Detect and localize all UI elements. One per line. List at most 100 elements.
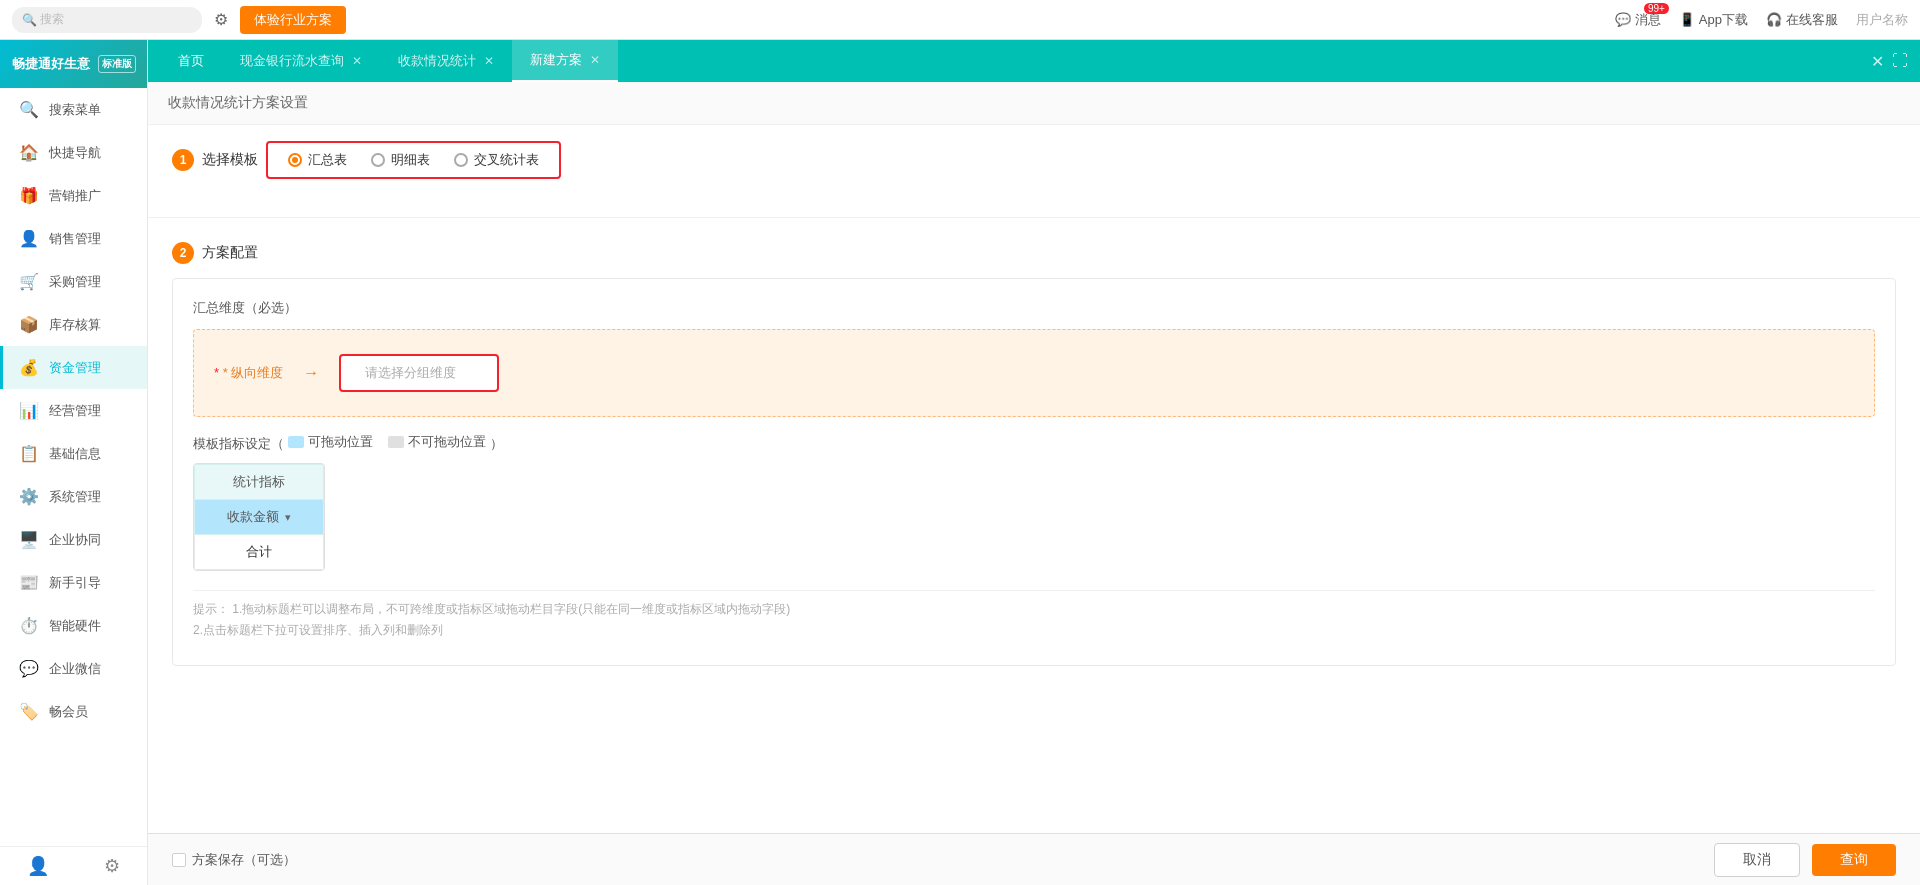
sidebar-item-inventory[interactable]: 📦 库存核算 [0, 303, 147, 346]
sidebar-item-label: 畅会员 [49, 703, 88, 721]
tab-new-plan[interactable]: 新建方案 ✕ [512, 40, 618, 82]
sidebar-item-label: 库存核算 [49, 316, 101, 334]
settings-icon[interactable]: ⚙ [214, 10, 228, 29]
tab-receipt-stats-close[interactable]: ✕ [484, 54, 494, 68]
template-options-box: 汇总表 明细表 交叉统计表 [266, 141, 561, 179]
sidebar-item-enterprise-wechat[interactable]: 💬 企业微信 [0, 647, 147, 690]
radio-detail-label: 明细表 [391, 151, 430, 169]
summary-dimension-label: 汇总维度（必选） [193, 299, 1875, 317]
column-dropdown-icon[interactable]: ▾ [285, 511, 291, 524]
logo-badge: 标准版 [98, 55, 136, 73]
marketing-icon: 🎁 [19, 186, 39, 205]
hint-item-1: 提示： 1.拖动标题栏可以调整布局，不可跨维度或指标区域拖动栏目字段(只能在同一… [193, 601, 1875, 618]
tab-bank-flow[interactable]: 现金银行流水查询 ✕ [222, 40, 380, 82]
trial-button[interactable]: 体验行业方案 [240, 6, 346, 34]
radio-detail[interactable]: 明细表 [371, 151, 430, 169]
sidebar-item-quick-nav[interactable]: 🏠 快捷导航 [0, 131, 147, 174]
search-placeholder: 搜索 [40, 11, 64, 28]
radio-summary[interactable]: 汇总表 [288, 151, 347, 169]
radio-crosstab[interactable]: 交叉统计表 [454, 151, 539, 169]
logo-text: 畅捷通好生意 [12, 55, 90, 73]
step2-badge: 2 [172, 242, 194, 264]
main-layout: 畅捷通好生意 标准版 🔍 搜索菜单 🏠 快捷导航 🎁 营销推广 👤 销售管理 🛒… [0, 40, 1920, 885]
sidebar-bottom-settings[interactable]: ⚙ [104, 855, 120, 877]
receipt-amount-label: 收款金额 [227, 508, 279, 526]
message-icon: 💬 [1615, 12, 1631, 27]
hint-item-2: 2.点击标题栏下拉可设置排序、插入列和删除列 [193, 622, 1875, 639]
tab-home[interactable]: 首页 [160, 40, 222, 82]
app-download-btn[interactable]: 📱 App下载 [1679, 11, 1748, 29]
save-option-checkbox[interactable]: 方案保存（可选） [172, 851, 296, 869]
online-service-label: 在线客服 [1786, 11, 1838, 29]
radio-crosstab-circle[interactable] [454, 153, 468, 167]
step1-title: 1 选择模板 汇总表 明细表 [172, 141, 1896, 179]
sidebar: 畅捷通好生意 标准版 🔍 搜索菜单 🏠 快捷导航 🎁 营销推广 👤 销售管理 🛒… [0, 40, 148, 885]
sidebar-item-finance[interactable]: 💰 资金管理 [0, 346, 147, 389]
step2-section: 2 方案配置 汇总维度（必选） * * 纵向维度 [148, 226, 1920, 682]
tab-close-all-icon[interactable]: ✕ [1871, 52, 1884, 71]
tab-new-plan-close[interactable]: ✕ [590, 53, 600, 67]
search-icon: 🔍 [22, 13, 37, 27]
page-title: 收款情况统计方案设置 [168, 94, 308, 110]
sidebar-item-smart-hardware[interactable]: ⏱️ 智能硬件 [0, 604, 147, 647]
sidebar-item-search-menu[interactable]: 🔍 搜索菜单 [0, 88, 147, 131]
save-option-label: 方案保存（可选） [192, 851, 296, 869]
sidebar-bottom-user[interactable]: 👤 [27, 855, 49, 877]
header-search-bar[interactable]: 🔍 搜索 [12, 7, 202, 33]
page-header: 收款情况统计方案设置 [148, 82, 1920, 125]
vertical-dimension-label: * * 纵向维度 [214, 364, 283, 382]
query-button[interactable]: 查询 [1812, 844, 1896, 876]
sidebar-item-operations[interactable]: 📊 经营管理 [0, 389, 147, 432]
step1-label: 选择模板 [202, 151, 258, 169]
inventory-icon: 📦 [19, 315, 39, 334]
sidebar-bottom: 👤 ⚙ [0, 846, 147, 885]
purchase-icon: 🛒 [19, 272, 39, 291]
tab-bar-controls: ✕ ⛶ [1871, 52, 1908, 71]
dimension-select-box[interactable]: 请选择分组维度 [339, 354, 499, 392]
message-badge: 99+ [1644, 3, 1669, 14]
message-btn[interactable]: 💬 消息 99+ [1615, 11, 1661, 29]
content-area: 收款情况统计方案设置 1 选择模板 汇总表 [148, 82, 1920, 833]
radio-detail-circle[interactable] [371, 153, 385, 167]
indicator-table-header: 统计指标 [195, 465, 324, 500]
step2-label: 方案配置 [202, 244, 258, 262]
operations-icon: 📊 [19, 401, 39, 420]
sidebar-item-basic-info[interactable]: 📋 基础信息 [0, 432, 147, 475]
tab-expand-icon[interactable]: ⛶ [1892, 52, 1908, 70]
sidebar-item-sales[interactable]: 👤 销售管理 [0, 217, 147, 260]
sidebar-item-label: 系统管理 [49, 488, 101, 506]
sidebar-item-purchase[interactable]: 🛒 采购管理 [0, 260, 147, 303]
dimension-area: * * 纵向维度 → 请选择分组维度 [193, 329, 1875, 417]
enterprise-wechat-icon: 💬 [19, 659, 39, 678]
sidebar-item-label: 企业微信 [49, 660, 101, 678]
system-icon: ⚙️ [19, 487, 39, 506]
sidebar-item-member[interactable]: 🏷️ 畅会员 [0, 690, 147, 733]
tab-receipt-stats[interactable]: 收款情况统计 ✕ [380, 40, 512, 82]
indicator-label-row: 模板指标设定（ 可拖动位置 不可拖动位置 [193, 433, 1875, 453]
radio-summary-circle[interactable] [288, 153, 302, 167]
sidebar-item-label: 企业协同 [49, 531, 101, 549]
tab-bank-flow-label: 现金银行流水查询 [240, 52, 344, 70]
sidebar-item-label: 智能硬件 [49, 617, 101, 635]
user-name[interactable]: 用户名称 [1856, 11, 1908, 29]
settings-bottom-icon: ⚙ [104, 855, 120, 877]
tab-bank-flow-close[interactable]: ✕ [352, 54, 362, 68]
finance-icon: 💰 [19, 358, 39, 377]
indicator-table-cell-subtotal: 合计 [195, 535, 324, 570]
tab-bar: 首页 现金银行流水查询 ✕ 收款情况统计 ✕ 新建方案 ✕ ✕ ⛶ [148, 40, 1920, 82]
online-service-btn[interactable]: 🎧 在线客服 [1766, 11, 1838, 29]
sidebar-item-new-guide[interactable]: 📰 新手引导 [0, 561, 147, 604]
indicator-column-receipt[interactable]: 收款金额 ▾ [195, 500, 324, 535]
app-icon: 📱 [1679, 12, 1695, 27]
cancel-button[interactable]: 取消 [1714, 843, 1800, 877]
page-content: 收款情况统计方案设置 1 选择模板 汇总表 [148, 82, 1920, 833]
sidebar-item-system[interactable]: ⚙️ 系统管理 [0, 475, 147, 518]
step1-badge: 1 [172, 149, 194, 171]
quick-nav-icon: 🏠 [19, 143, 39, 162]
top-header: 🔍 搜索 ⚙ 体验行业方案 💬 消息 99+ 📱 App下载 🎧 在线客服 用户… [0, 0, 1920, 40]
save-checkbox[interactable] [172, 853, 186, 867]
sidebar-item-marketing[interactable]: 🎁 营销推广 [0, 174, 147, 217]
step1-section: 1 选择模板 汇总表 明细表 [148, 125, 1920, 209]
sidebar-item-enterprise-collab[interactable]: 🖥️ 企业协同 [0, 518, 147, 561]
summary-dimension-text: 汇总维度（必选） [193, 300, 297, 315]
